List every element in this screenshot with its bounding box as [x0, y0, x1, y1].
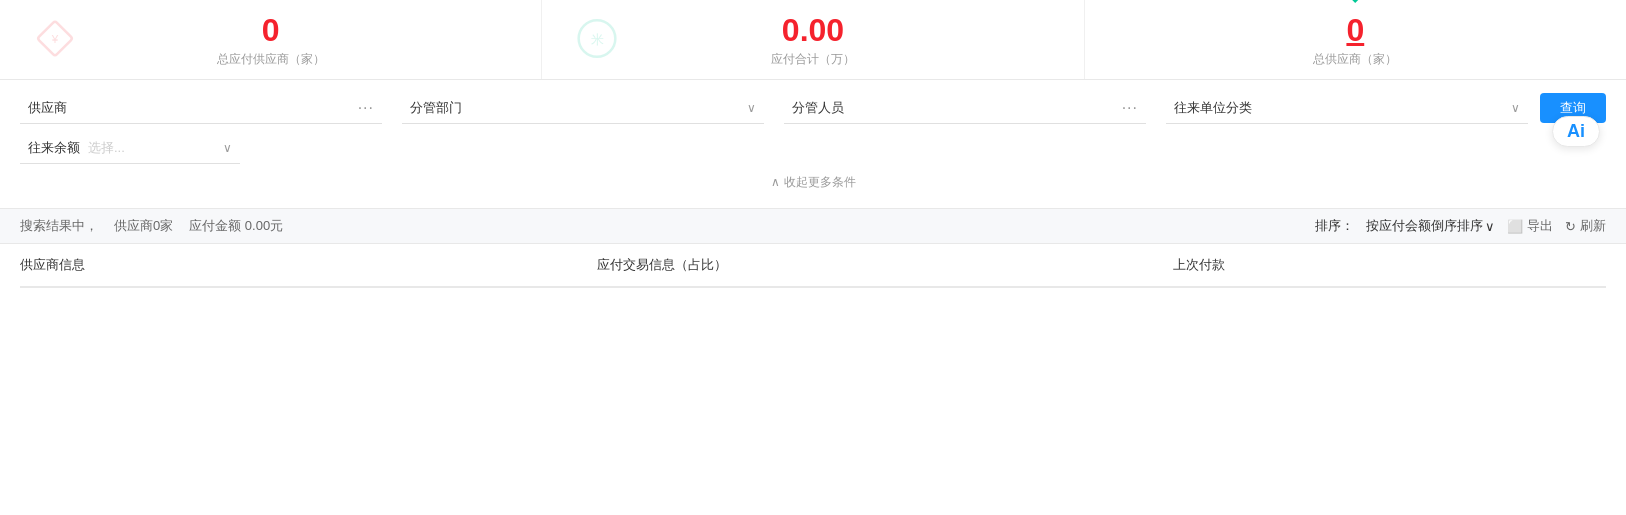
- search-area: 供应商 ··· 分管部门 ∨ 分管人员 ··· 往来单位分类 ∨ 查询 往来余额: [0, 80, 1626, 209]
- col-last-payment-header: 上次付款: [1173, 256, 1606, 274]
- payable-amount: 应付金额 0.00元: [189, 217, 283, 235]
- total-payable-suppliers-number: 0: [262, 11, 280, 49]
- balance-field[interactable]: 往来余额 选择... ∨: [20, 132, 240, 164]
- ai-badge[interactable]: Ai: [1552, 116, 1600, 147]
- diamond-watermark-icon: ¥: [30, 13, 80, 66]
- table-area: 供应商信息 应付交易信息（占比） 上次付款: [0, 244, 1626, 515]
- search-row-1: 供应商 ··· 分管部门 ∨ 分管人员 ··· 往来单位分类 ∨ 查询: [20, 92, 1606, 124]
- department-label: 分管部门: [410, 99, 462, 117]
- col-transaction-header: 应付交易信息（占比）: [597, 256, 1174, 274]
- supplier-count: 供应商0家: [114, 217, 173, 235]
- balance-arrow-icon[interactable]: ∨: [223, 141, 232, 155]
- col-supplier-header: 供应商信息: [20, 256, 597, 274]
- result-bar-right: 排序： 按应付会额倒序排序 ∨ ⬜ 导出 ↻ 刷新: [1315, 217, 1606, 235]
- export-label: 导出: [1527, 217, 1553, 235]
- total-suppliers-label: 总供应商（家）: [1313, 51, 1397, 68]
- department-field[interactable]: 分管部门 ∨: [402, 92, 764, 124]
- export-icon: ⬜: [1507, 219, 1523, 234]
- stats-bar: ¥ 0 总应付供应商（家） 米 0.00 应付合计（万） 快速录单的快捷键说明在…: [0, 0, 1626, 80]
- manager-field[interactable]: 分管人员 ···: [784, 92, 1146, 124]
- balance-placeholder: 选择...: [88, 139, 223, 157]
- supplier-input[interactable]: [75, 100, 358, 115]
- sort-value: 按应付会额倒序排序: [1366, 217, 1483, 235]
- collapse-icon: ∧: [771, 175, 780, 189]
- unit-category-field[interactable]: 往来单位分类 ∨: [1166, 92, 1528, 124]
- collapse-button[interactable]: ∧ 收起更多条件: [753, 168, 873, 196]
- svg-text:¥: ¥: [51, 31, 59, 44]
- stat-total-suppliers: 快速录单的快捷键说明在这里 × 0 总供应商（家）: [1085, 0, 1626, 79]
- manager-label: 分管人员: [792, 99, 844, 117]
- collapse-label: 收起更多条件: [784, 174, 856, 191]
- payable-total-number: 0.00: [782, 11, 844, 49]
- manager-input[interactable]: [852, 100, 1122, 115]
- manager-dots[interactable]: ···: [1122, 99, 1138, 117]
- table-header: 供应商信息 应付交易信息（占比） 上次付款: [20, 244, 1606, 288]
- ai-badge-text: Ai: [1567, 121, 1585, 141]
- supplier-field[interactable]: 供应商 ···: [20, 92, 382, 124]
- refresh-button[interactable]: ↻ 刷新: [1565, 217, 1606, 235]
- refresh-icon: ↻: [1565, 219, 1576, 234]
- svg-text:米: 米: [591, 31, 604, 46]
- unit-category-input[interactable]: [1260, 100, 1511, 115]
- total-suppliers-number: 0: [1346, 11, 1364, 49]
- sort-label: 排序：: [1315, 217, 1354, 235]
- sort-select[interactable]: 按应付会额倒序排序 ∨: [1366, 217, 1495, 235]
- export-button[interactable]: ⬜ 导出: [1507, 217, 1553, 235]
- total-payable-suppliers-label: 总应付供应商（家）: [217, 51, 325, 68]
- search-row-2: 往来余额 选择... ∨: [20, 132, 1606, 164]
- coin-watermark-icon: 米: [572, 13, 622, 66]
- refresh-label: 刷新: [1580, 217, 1606, 235]
- sort-arrow-icon: ∨: [1485, 219, 1495, 234]
- department-input[interactable]: [470, 100, 747, 115]
- search-result-label: 搜索结果中，: [20, 217, 98, 235]
- unit-category-label: 往来单位分类: [1174, 99, 1252, 117]
- result-bar: 搜索结果中， 供应商0家 应付金额 0.00元 排序： 按应付会额倒序排序 ∨ …: [0, 209, 1626, 244]
- table-body: [20, 288, 1606, 515]
- stat-payable-total: 米 0.00 应付合计（万）: [542, 0, 1084, 79]
- payable-total-label: 应付合计（万）: [771, 51, 855, 68]
- result-bar-left: 搜索结果中， 供应商0家 应付金额 0.00元: [20, 217, 283, 235]
- stat-total-payable-suppliers: ¥ 0 总应付供应商（家）: [0, 0, 542, 79]
- balance-label: 往来余额: [28, 139, 80, 157]
- supplier-dots[interactable]: ···: [358, 99, 374, 117]
- supplier-label: 供应商: [28, 99, 67, 117]
- department-arrow-icon[interactable]: ∨: [747, 101, 756, 115]
- unit-category-arrow-icon[interactable]: ∨: [1511, 101, 1520, 115]
